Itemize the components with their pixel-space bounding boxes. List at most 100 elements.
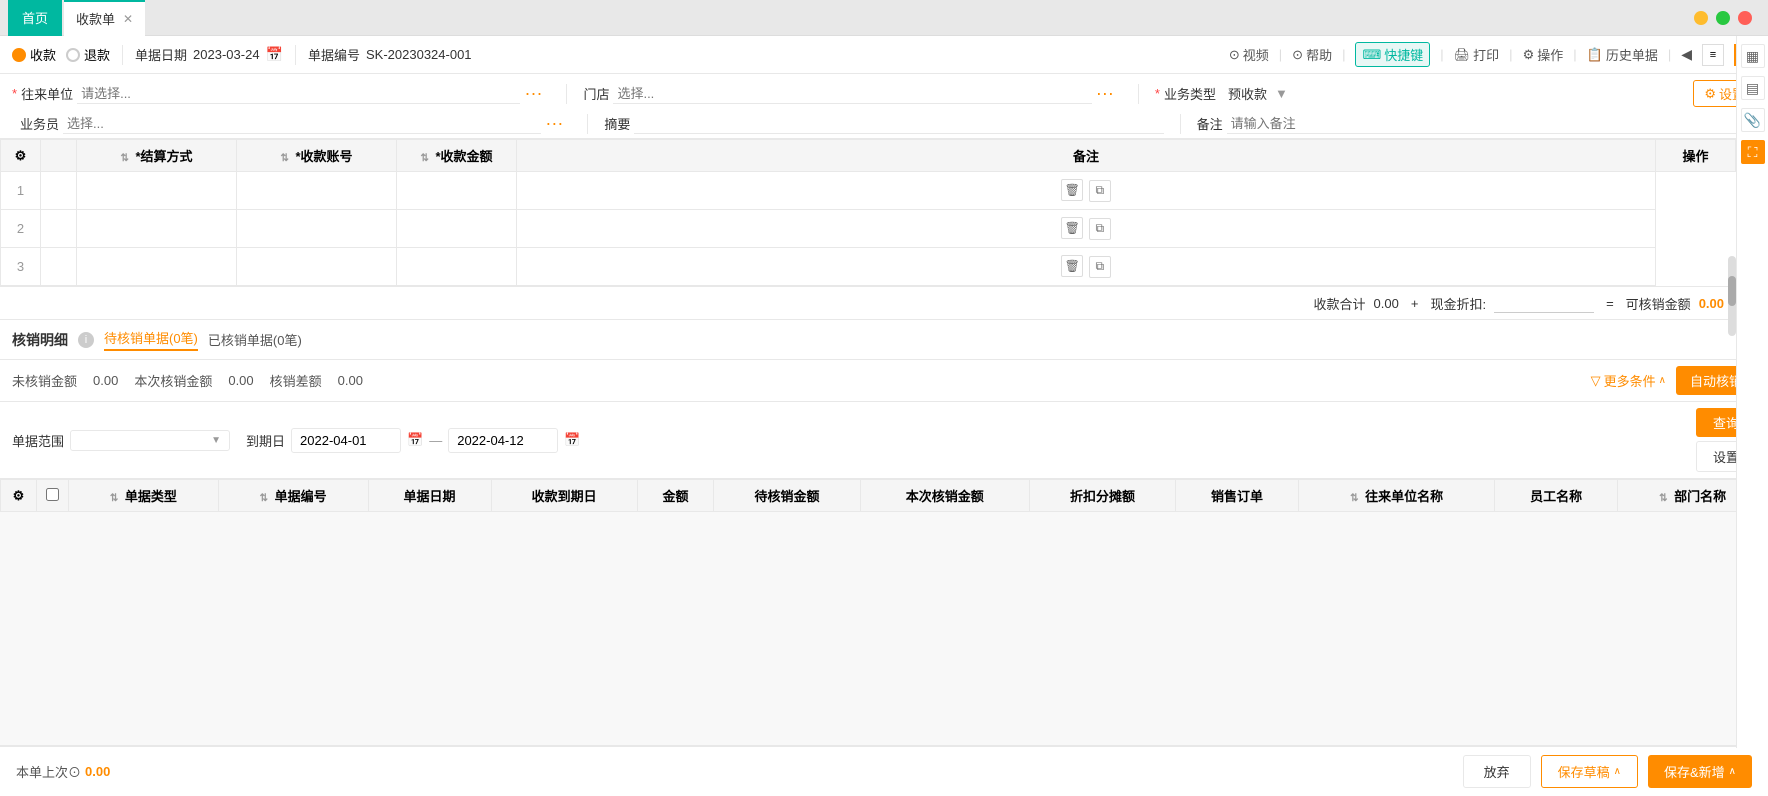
select-all-checkbox[interactable] bbox=[46, 488, 59, 501]
row2-remark[interactable] bbox=[397, 210, 517, 248]
row1-no: 1 bbox=[1, 172, 41, 210]
right-panel-expand-icon[interactable]: ⛶ bbox=[1741, 140, 1765, 164]
sort-icon-settle[interactable]: ⇅ bbox=[120, 153, 128, 164]
summary-input[interactable] bbox=[634, 114, 1163, 134]
window-minimize[interactable] bbox=[1694, 11, 1708, 25]
right-panel-table-icon[interactable]: ▦ bbox=[1741, 44, 1765, 68]
discard-btn[interactable]: 放弃 bbox=[1463, 755, 1531, 788]
row2-account[interactable] bbox=[77, 210, 237, 248]
row1-ops: 🗑 ⧉ bbox=[517, 172, 1656, 210]
th-gear[interactable]: ⚙ bbox=[1, 140, 41, 172]
more-conditions-btn[interactable]: ▽ 更多条件 ∧ bbox=[1591, 371, 1666, 390]
row2-copy[interactable]: ⧉ bbox=[1089, 218, 1111, 240]
operation-btn[interactable]: ⚙ 操作 bbox=[1523, 45, 1564, 64]
tab-home[interactable]: 首页 bbox=[8, 0, 62, 36]
row3-copy[interactable]: ⧉ bbox=[1089, 256, 1111, 278]
counterparty-input[interactable] bbox=[77, 84, 520, 104]
th-remark: 备注 bbox=[517, 140, 1656, 172]
save-draft-btn[interactable]: 保存草稿 ∧ bbox=[1541, 755, 1638, 788]
row1-remark[interactable] bbox=[397, 172, 517, 210]
list-view-btn[interactable]: ≡ bbox=[1702, 44, 1724, 66]
date-value: 2023-03-24 bbox=[193, 47, 260, 62]
bth-employee: 员工名称 bbox=[1495, 480, 1618, 512]
window-close[interactable] bbox=[1738, 11, 1752, 25]
sort-doc-no[interactable]: ⇅ bbox=[260, 493, 268, 504]
bth-amount: 金额 bbox=[637, 480, 714, 512]
summary-label: 摘要 bbox=[604, 114, 630, 133]
help-btn[interactable]: ⊙ 帮助 bbox=[1292, 45, 1332, 64]
pending-tab[interactable]: 待核销单据(0笔) bbox=[104, 328, 198, 351]
btable-settings-icon[interactable]: ⚙ bbox=[13, 488, 25, 503]
radio-receipt[interactable]: 收款 bbox=[12, 45, 56, 64]
sort-doc-type[interactable]: ⇅ bbox=[110, 493, 118, 504]
date-to-input[interactable] bbox=[448, 428, 558, 453]
history-btn[interactable]: 📋 历史单据 bbox=[1587, 45, 1658, 64]
done-tab[interactable]: 已核销单据(0笔) bbox=[208, 330, 302, 349]
radio-refund-label: 退款 bbox=[84, 45, 110, 64]
current-recon-label: 本次核销金额 bbox=[134, 371, 212, 390]
row3-ops: 🗑 ⧉ bbox=[517, 248, 1656, 286]
row2-amount[interactable] bbox=[237, 210, 397, 248]
row1-settle[interactable] bbox=[41, 172, 77, 210]
business-type-label: 业务类型 bbox=[1164, 84, 1216, 103]
shortcut-btn[interactable]: ⌨ 快捷键 bbox=[1355, 42, 1430, 67]
row3-remark[interactable] bbox=[397, 248, 517, 286]
bth-check[interactable] bbox=[37, 480, 69, 512]
bth-due-date: 收款到期日 bbox=[491, 480, 637, 512]
store-input[interactable] bbox=[613, 84, 1091, 104]
store-label: 门店 bbox=[583, 84, 609, 103]
cal-to-icon[interactable]: 📅 bbox=[564, 432, 580, 448]
table-settings-icon[interactable]: ⚙ bbox=[15, 148, 27, 163]
date-range-separator: — bbox=[429, 433, 442, 448]
prev-btn[interactable]: ◀ bbox=[1681, 46, 1692, 63]
bth-gear[interactable]: ⚙ bbox=[1, 480, 37, 512]
collect-total-value: 0.00 bbox=[1374, 296, 1399, 311]
video-btn[interactable]: ⊙ 视频 bbox=[1229, 45, 1269, 64]
sort-counterparty[interactable]: ⇅ bbox=[1350, 493, 1358, 504]
row1-amount[interactable] bbox=[237, 172, 397, 210]
reconciliation-info-icon[interactable]: i bbox=[78, 332, 94, 348]
range-dropdown-icon: ▼ bbox=[211, 435, 221, 446]
row3-delete[interactable]: 🗑 bbox=[1061, 255, 1083, 277]
due-date-label: 到期日 bbox=[246, 431, 285, 450]
business-type-dropdown[interactable]: ▼ bbox=[1275, 86, 1288, 101]
row1-copy[interactable]: ⧉ bbox=[1089, 180, 1111, 202]
sort-department[interactable]: ⇅ bbox=[1659, 493, 1667, 504]
calendar-icon[interactable]: 📅 bbox=[266, 46, 283, 63]
right-panel-card-icon[interactable]: ▤ bbox=[1741, 76, 1765, 100]
sort-icon-account[interactable]: ⇅ bbox=[280, 153, 288, 164]
discount-input[interactable] bbox=[1494, 293, 1594, 313]
row3-settle[interactable] bbox=[41, 248, 77, 286]
th-no bbox=[41, 140, 77, 172]
range-select[interactable]: ▼ bbox=[70, 430, 230, 451]
tab-receipt-close[interactable]: ✕ bbox=[123, 12, 133, 26]
row2-delete[interactable]: 🗑 bbox=[1061, 217, 1083, 239]
window-maximize[interactable] bbox=[1716, 11, 1730, 25]
cal-from-icon[interactable]: 📅 bbox=[407, 432, 423, 448]
radio-refund[interactable]: 退款 bbox=[66, 45, 110, 64]
table-row: 2 🗑 ⧉ bbox=[1, 210, 1736, 248]
right-panel-attach-icon[interactable]: 📎 bbox=[1741, 108, 1765, 132]
row3-account[interactable] bbox=[77, 248, 237, 286]
store-more[interactable]: ··· bbox=[1096, 83, 1114, 104]
salesperson-more[interactable]: ··· bbox=[545, 113, 563, 134]
note-input[interactable] bbox=[1227, 114, 1756, 134]
row3-amount[interactable] bbox=[237, 248, 397, 286]
help-icon: ⊙ bbox=[1292, 47, 1303, 63]
date-from-input[interactable] bbox=[291, 428, 401, 453]
current-next-value: 0.00 bbox=[85, 764, 110, 779]
save-new-btn[interactable]: 保存&新增 ∧ bbox=[1648, 755, 1752, 788]
salesperson-input[interactable] bbox=[63, 114, 541, 134]
filter-icon: ▽ bbox=[1591, 373, 1601, 389]
history-icon: 📋 bbox=[1587, 47, 1603, 63]
row3-no: 3 bbox=[1, 248, 41, 286]
sort-icon-amount[interactable]: ⇅ bbox=[420, 153, 428, 164]
tab-receipt[interactable]: 收款单 ✕ bbox=[64, 0, 145, 36]
collect-total-label: 收款合计 bbox=[1314, 294, 1366, 313]
row2-settle[interactable] bbox=[41, 210, 77, 248]
row1-delete[interactable]: 🗑 bbox=[1061, 179, 1083, 201]
print-icon: 🖨 bbox=[1454, 47, 1471, 63]
print-btn[interactable]: 🖨 打印 bbox=[1454, 45, 1500, 64]
counterparty-more[interactable]: ··· bbox=[524, 83, 542, 104]
row1-account[interactable] bbox=[77, 172, 237, 210]
